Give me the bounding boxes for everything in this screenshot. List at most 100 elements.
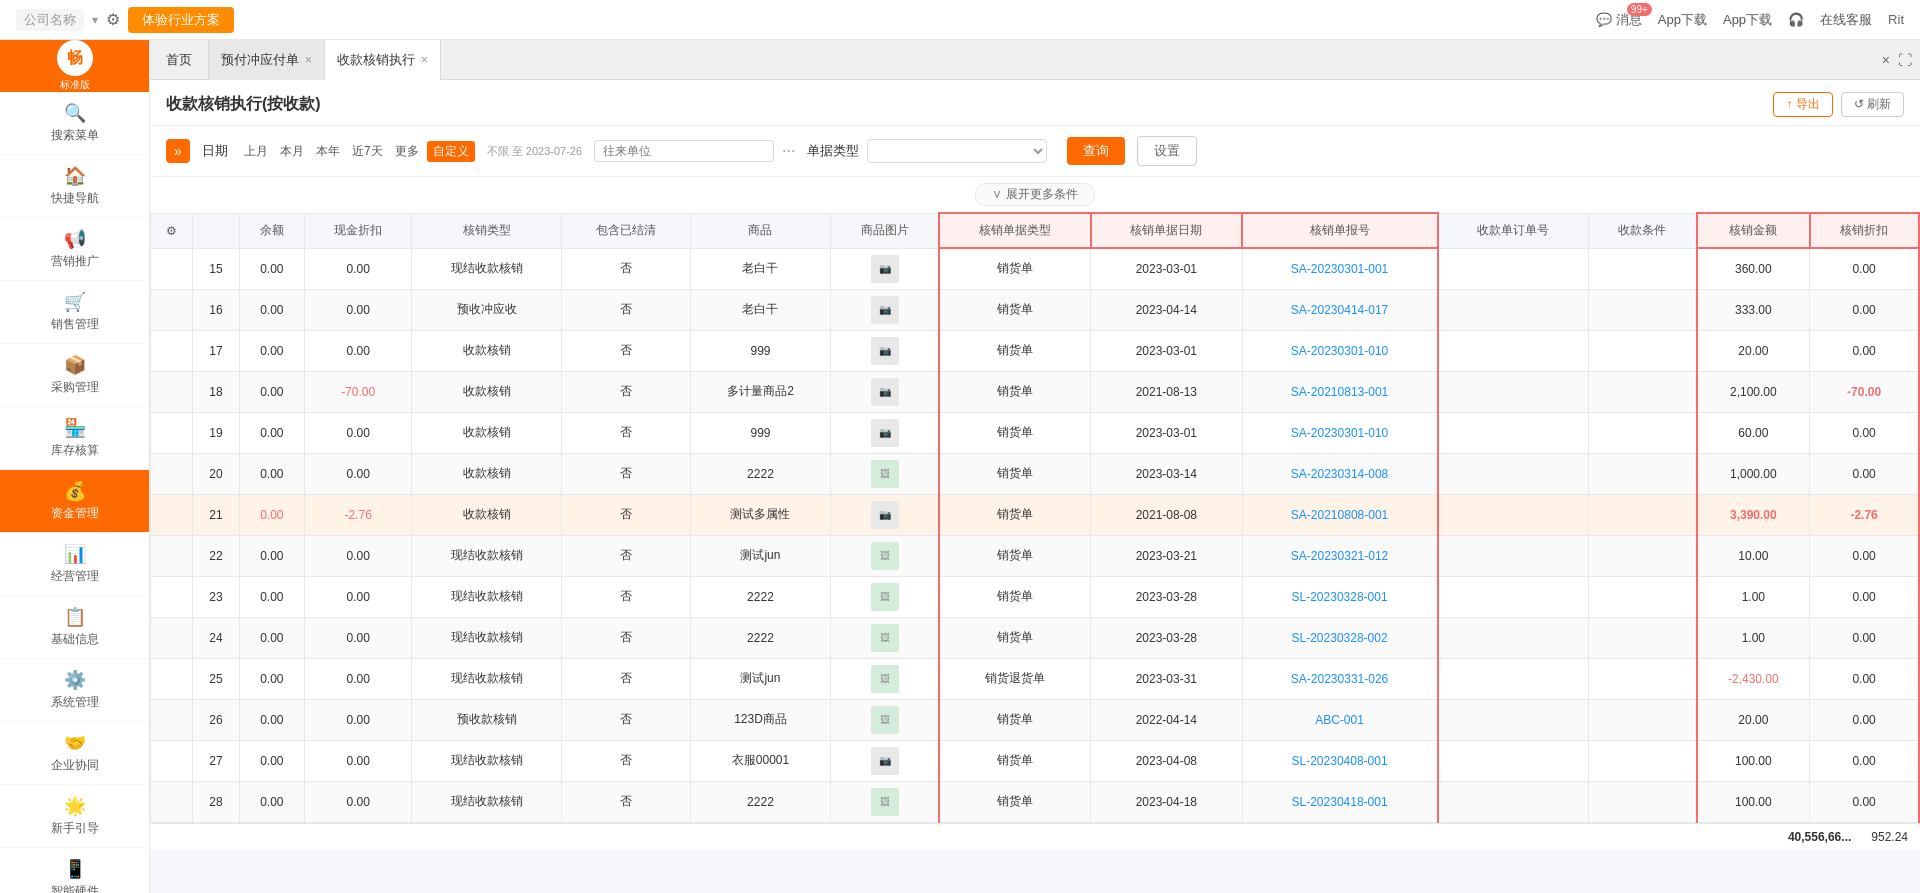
col-settings[interactable]: ⚙: [151, 213, 193, 248]
bill-report-no-link[interactable]: SA-20230301-001: [1291, 262, 1388, 276]
sidebar-item-system[interactable]: ⚙️ 系统管理: [0, 659, 149, 722]
tab-collection-close[interactable]: ×: [421, 53, 428, 67]
cell-goods: 多计量商品2: [690, 371, 830, 412]
cell-receipt-order-no: [1438, 453, 1589, 494]
app-download-link[interactable]: App下载: [1658, 11, 1707, 29]
sidebar-item-guide[interactable]: 🌟 新手引导: [0, 785, 149, 848]
goods-image: 🖼: [871, 460, 899, 488]
cell-bill-report-type: 销货单: [939, 740, 1091, 781]
refresh-button[interactable]: ↺ 刷新: [1841, 92, 1904, 117]
bill-report-no-link[interactable]: SA-20230301-010: [1291, 426, 1388, 440]
settings-icon[interactable]: ⚙: [106, 10, 120, 29]
bill-report-no-link[interactable]: ABC-001: [1315, 713, 1364, 727]
bill-report-no-link[interactable]: SL-20230328-001: [1292, 590, 1388, 604]
sidebar-item-operations[interactable]: 📊 经营管理: [0, 533, 149, 596]
bill-report-no-link[interactable]: SL-20230418-001: [1292, 795, 1388, 809]
cell-writeoff-discount: 0.00: [1810, 699, 1919, 740]
bill-report-no-link[interactable]: SA-20230314-008: [1291, 467, 1388, 481]
online-service-label[interactable]: 在线客服: [1820, 11, 1872, 29]
tab-home[interactable]: 首页: [150, 40, 209, 80]
export-button[interactable]: ↑ 导出: [1773, 92, 1832, 117]
cell-goods-img: 📷: [831, 248, 939, 289]
cell-receipt-order-no: [1438, 371, 1589, 412]
table-row: 23 0.00 0.00 现结收款核销 否 2222 🖼 销货单 2023-03…: [151, 576, 1920, 617]
bill-report-no-link[interactable]: SA-20210813-001: [1291, 385, 1388, 399]
cell-balance: 0.00: [239, 658, 304, 699]
partner-filter: ···: [594, 140, 795, 162]
col-receipt-condition: 收款条件: [1588, 213, 1696, 248]
goods-image: 🖼: [871, 706, 899, 734]
cell-receipt-condition: [1588, 699, 1696, 740]
cell-writeoff-amount: 20.00: [1697, 330, 1810, 371]
cell-writeoff-amount: 60.00: [1697, 412, 1810, 453]
table-row: 28 0.00 0.00 现结收款核销 否 2222 🖼 销货单 2023-04…: [151, 781, 1920, 822]
trial-button[interactable]: 体验行业方案: [128, 7, 234, 33]
date-btn-custom[interactable]: 自定义: [427, 141, 475, 162]
date-btn-this-year[interactable]: 本年: [312, 141, 344, 162]
cell-included: 否: [562, 617, 691, 658]
tab-maximize[interactable]: ⛶: [1898, 52, 1912, 68]
bill-report-no-link[interactable]: SA-20230321-012: [1291, 549, 1388, 563]
sidebar-item-inventory[interactable]: 🏪 库存核算: [0, 407, 149, 470]
date-btn-more[interactable]: 更多: [391, 141, 423, 162]
query-button[interactable]: 查询: [1067, 137, 1125, 165]
tab-prepay[interactable]: 预付冲应付单 ×: [209, 40, 325, 80]
bill-report-no-link[interactable]: SA-20230414-017: [1291, 303, 1388, 317]
goods-image-placeholder: 📷: [871, 296, 899, 324]
bill-report-no-link[interactable]: SL-20230328-002: [1292, 631, 1388, 645]
cell-writeoff-discount: 0.00: [1810, 330, 1919, 371]
sidebar-label-quicknav: 快捷导航: [51, 190, 99, 207]
col-writeoff-discount: 核销折扣: [1810, 213, 1919, 248]
sidebar-item-finance[interactable]: 💰 资金管理: [0, 470, 149, 533]
company-dropdown-arrow[interactable]: ▾: [92, 13, 98, 27]
expand-button[interactable]: »: [166, 139, 190, 163]
cell-receipt-condition: [1588, 658, 1696, 699]
partner-more-icon[interactable]: ···: [782, 142, 795, 160]
sidebar-item-quicknav[interactable]: 🏠 快捷导航: [0, 155, 149, 218]
cell-receipt-condition: [1588, 740, 1696, 781]
cell-balance: 0.00: [239, 617, 304, 658]
tab-prepay-close[interactable]: ×: [305, 53, 312, 67]
date-btn-this-month[interactable]: 本月: [276, 141, 308, 162]
message-icon[interactable]: 💬 消息 99+: [1596, 11, 1642, 29]
date-btn-7days[interactable]: 近7天: [348, 141, 387, 162]
cell-writeoff-type: 收款核销: [412, 412, 562, 453]
bill-report-no-link[interactable]: SA-20210808-001: [1291, 508, 1388, 522]
online-service-icon[interactable]: 🎧: [1788, 12, 1804, 27]
cell-writeoff-amount: 2,100.00: [1697, 371, 1810, 412]
finance-icon: 💰: [64, 480, 86, 502]
tab-close-all[interactable]: ×: [1882, 52, 1890, 68]
cell-balance: 0.00: [239, 535, 304, 576]
bill-report-no-link[interactable]: SL-20230408-001: [1292, 754, 1388, 768]
sidebar-item-enterprise[interactable]: 🤝 企业协同: [0, 722, 149, 785]
sidebar-item-sales[interactable]: 🛒 销售管理: [0, 281, 149, 344]
cell-receipt-order-no: [1438, 330, 1589, 371]
cell-settings: [151, 494, 193, 535]
cell-goods: 2222: [690, 617, 830, 658]
enterprise-icon: 🤝: [64, 732, 86, 754]
cell-writeoff-discount: 0.00: [1810, 535, 1919, 576]
cell-goods-img: 🖼: [831, 576, 939, 617]
cell-bill-report-type: 销货单: [939, 781, 1091, 822]
tab-collection[interactable]: 收款核销执行 ×: [325, 40, 441, 80]
date-btn-last-month[interactable]: 上月: [240, 141, 272, 162]
table-row: 18 0.00 -70.00 收款核销 否 多计量商品2 📷 销货单 2021-…: [151, 371, 1920, 412]
bill-report-no-link[interactable]: SA-20230331-026: [1291, 672, 1388, 686]
page-inner: 收款核销执行(按收款) ↑ 导出 ↺ 刷新: [150, 80, 1920, 850]
app-download-label[interactable]: App下载: [1723, 11, 1772, 29]
sidebar-item-hardware[interactable]: 📱 智能硬件: [0, 848, 149, 893]
cell-receipt-order-no: [1438, 658, 1589, 699]
cell-included: 否: [562, 330, 691, 371]
sidebar-item-search[interactable]: 🔍 搜索菜单: [0, 92, 149, 155]
col-bill-report-type: 核销单据类型: [939, 213, 1091, 248]
bill-report-no-link[interactable]: SA-20230301-010: [1291, 344, 1388, 358]
sidebar-item-basicinfo[interactable]: 📋 基础信息: [0, 596, 149, 659]
bill-type-select[interactable]: [867, 139, 1047, 163]
partner-input[interactable]: [594, 140, 774, 162]
setting-button[interactable]: 设置: [1137, 136, 1197, 166]
cell-balance: 0.00: [239, 494, 304, 535]
sidebar-item-marketing[interactable]: 📢 营销推广: [0, 218, 149, 281]
cell-seq: 18: [193, 371, 239, 412]
sidebar-item-purchase[interactable]: 📦 采购管理: [0, 344, 149, 407]
expand-more-button[interactable]: ∨ 展开更多条件: [975, 183, 1094, 206]
